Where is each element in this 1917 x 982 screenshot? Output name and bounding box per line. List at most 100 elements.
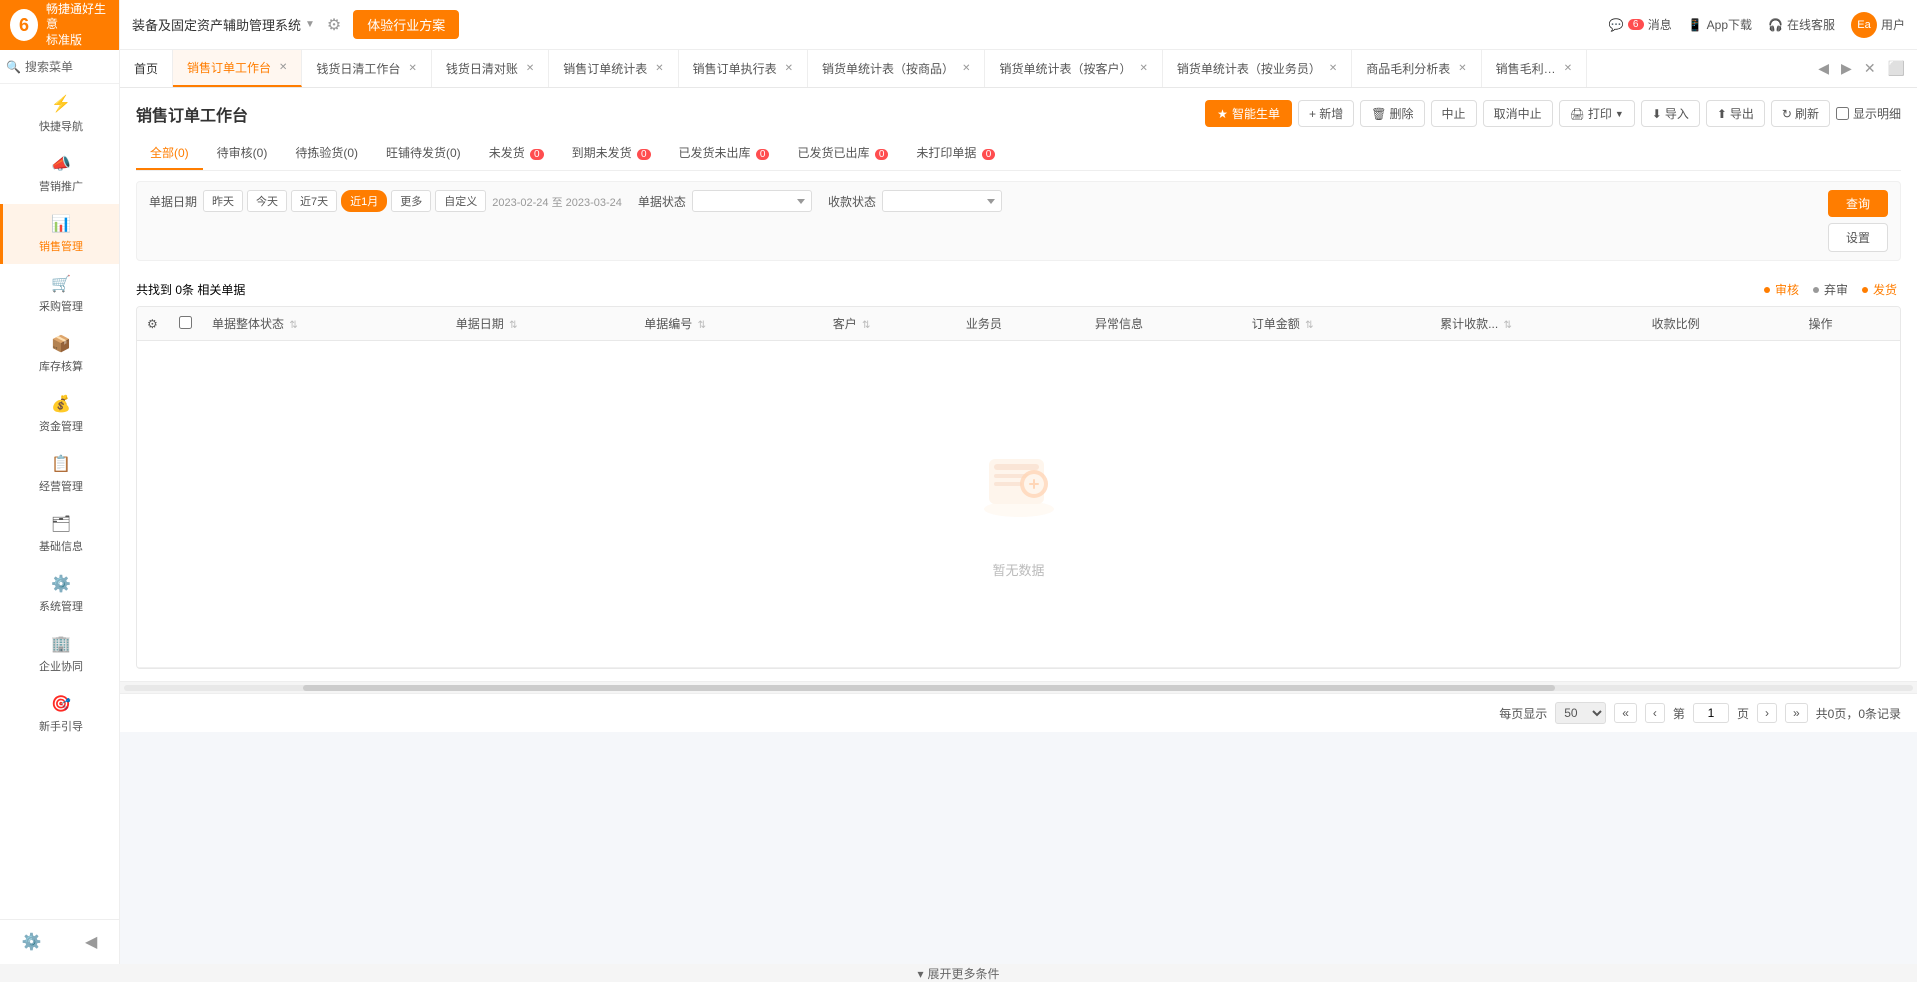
tab-sales-execute[interactable]: 销售订单执行表 ✕ (679, 50, 808, 87)
sidebar-item-basicinfo[interactable]: 🗂 基础信息 (0, 504, 119, 564)
subtab-pending-inspect[interactable]: 待拣验货(0) (281, 137, 372, 170)
tab-close-icon[interactable]: ✕ (526, 63, 534, 74)
tab-sales-by-product[interactable]: 销货单统计表（按商品） ✕ (808, 50, 985, 87)
query-button[interactable]: 查询 (1828, 190, 1888, 217)
date-btn-1month[interactable]: 近1月 (341, 190, 387, 212)
abort-button[interactable]: 中止 (1431, 100, 1477, 127)
settings-button[interactable]: 设置 (1828, 223, 1888, 252)
online-service-btn[interactable]: 🎧 在线客服 (1768, 16, 1835, 33)
sidebar-item-purchase[interactable]: 🛒 采购管理 (0, 264, 119, 324)
review-btn[interactable]: 审核 (1760, 279, 1803, 300)
ship-btn[interactable]: 发货 (1858, 279, 1901, 300)
tab-sales-workbench[interactable]: 销售订单工作台 ✕ (173, 50, 302, 87)
cancel-abort-button[interactable]: 取消中止 (1483, 100, 1553, 127)
system-title-dropdown[interactable]: 装备及固定资产辅助管理系统 ▼ (132, 15, 315, 34)
refresh-button[interactable]: ↻ 刷新 (1771, 100, 1830, 127)
tab-close-icon[interactable]: ✕ (785, 63, 793, 74)
new-button[interactable]: + 新增 (1298, 100, 1354, 127)
sidebar-item-quicknav[interactable]: ⚡ 快捷导航 (0, 84, 119, 144)
column-settings-icon[interactable]: ⚙ (147, 317, 158, 331)
tab-home[interactable]: 首页 (120, 50, 173, 87)
date-btn-today[interactable]: 今天 (247, 190, 287, 212)
settings-icon[interactable]: ⚙️ (18, 928, 46, 956)
cancel-review-btn[interactable]: 弃审 (1809, 279, 1852, 300)
page-prev-btn[interactable]: ‹ (1645, 703, 1665, 723)
tab-close-icon[interactable]: ✕ (655, 63, 663, 74)
tab-sales-by-salesman[interactable]: 销货单统计表（按业务员） ✕ (1163, 50, 1352, 87)
sidebar-search[interactable]: 🔍 搜索菜单 (0, 50, 119, 84)
system-icon: ⚙️ (51, 574, 71, 594)
th-amount[interactable]: 订单金额 ⇅ (1242, 307, 1430, 341)
subtab-not-shipped[interactable]: 未发货 0 (475, 137, 558, 170)
th-customer[interactable]: 客户 ⇅ (823, 307, 956, 341)
tab-close-icon[interactable]: ✕ (962, 63, 970, 74)
subtab-wangpu-pending[interactable]: 旺铺待发货(0) (372, 137, 475, 170)
subtab-overdue-not-shipped[interactable]: 到期未发货 0 (558, 137, 665, 170)
tab-sales-by-customer[interactable]: 销货单统计表（按客户） ✕ (985, 50, 1162, 87)
shipped-out-badge: 0 (875, 149, 889, 160)
per-page-select[interactable]: 50 100 200 (1555, 702, 1606, 724)
pagination-bar: 每页显示 50 100 200 « ‹ 第 页 › » 共0页，0条记录 (120, 693, 1917, 732)
smart-create-button[interactable]: ★ 智能生单 (1205, 100, 1292, 127)
import-button[interactable]: ⬇ 导入 (1641, 100, 1700, 127)
tab-sales-margin[interactable]: 销售毛利… ✕ (1482, 50, 1587, 87)
tab-close-icon[interactable]: ✕ (1564, 63, 1572, 74)
show-detail-checkbox[interactable] (1836, 107, 1849, 120)
header-settings-icon[interactable]: ⚙ (323, 15, 345, 35)
scrollbar-thumb[interactable] (303, 685, 1555, 691)
collapse-icon[interactable]: ◀ (81, 928, 101, 956)
delete-button[interactable]: 🗑 删除 (1360, 100, 1424, 127)
tab-daily-reconcile[interactable]: 钱货日清对账 ✕ (432, 50, 549, 87)
date-filter-group: 单据日期 昨天 今天 近7天 近1月 更多 自定义 2023-02-24 至 2… (149, 190, 622, 212)
tab-close-icon[interactable]: ✕ (1329, 63, 1337, 74)
th-doc-status[interactable]: 单据整体状态 ⇅ (202, 307, 446, 341)
subtab-all[interactable]: 全部(0) (136, 137, 203, 170)
payment-filter-select[interactable] (882, 190, 1002, 212)
select-all-checkbox[interactable] (179, 316, 192, 329)
user-menu[interactable]: Ea 用户 (1851, 12, 1905, 38)
message-btn[interactable]: 💬 6 消息 (1609, 16, 1672, 33)
tab-daily-clear[interactable]: 钱货日清工作台 ✕ (302, 50, 431, 87)
industry-solution-button[interactable]: 体验行业方案 (353, 10, 459, 39)
tab-gross-margin[interactable]: 商品毛利分析表 ✕ (1352, 50, 1481, 87)
tab-maximize-icon[interactable]: ⬜ (1884, 60, 1909, 77)
date-btn-yesterday[interactable]: 昨天 (203, 190, 243, 212)
page-next-btn[interactable]: › (1757, 703, 1777, 723)
tab-sales-stats[interactable]: 销售订单统计表 ✕ (549, 50, 678, 87)
tab-close-icon[interactable]: ✕ (408, 63, 416, 74)
tab-next-icon[interactable]: ▶ (1837, 60, 1856, 77)
sidebar-item-system[interactable]: ⚙️ 系统管理 (0, 564, 119, 624)
subtab-pending-review[interactable]: 待审核(0) (203, 137, 282, 170)
shipped-not-out-badge: 0 (756, 149, 770, 160)
sidebar-item-marketing[interactable]: 📣 营销推广 (0, 144, 119, 204)
th-doc-no[interactable]: 单据编号 ⇅ (634, 307, 822, 341)
status-filter-select[interactable] (692, 190, 812, 212)
horizontal-scrollbar[interactable] (120, 681, 1917, 693)
th-doc-date[interactable]: 单据日期 ⇅ (446, 307, 634, 341)
date-btn-custom[interactable]: 自定义 (435, 190, 486, 212)
page-input[interactable] (1693, 703, 1729, 723)
sidebar-item-inventory[interactable]: 📦 库存核算 (0, 324, 119, 384)
sidebar-item-sales[interactable]: 📊 销售管理 (0, 204, 119, 264)
print-button[interactable]: 🖨 打印 ▼ (1559, 100, 1635, 127)
th-collected[interactable]: 累计收款... ⇅ (1430, 307, 1642, 341)
page-last-btn[interactable]: » (1785, 703, 1808, 723)
export-button[interactable]: ⬆ 导出 (1706, 100, 1765, 127)
tab-close-icon[interactable]: ✕ (279, 62, 287, 73)
tab-close-icon[interactable]: ✕ (1458, 63, 1466, 74)
subtab-shipped-out[interactable]: 已发货已出库 0 (783, 137, 902, 170)
sidebar-item-finance[interactable]: 💰 资金管理 (0, 384, 119, 444)
subtab-shipped-not-out[interactable]: 已发货未出库 0 (665, 137, 784, 170)
subtab-not-printed[interactable]: 未打印单据 0 (902, 137, 1009, 170)
page-first-btn[interactable]: « (1614, 703, 1637, 723)
sidebar-item-newguide[interactable]: 🎯 新手引导 (0, 684, 119, 744)
sidebar-item-operations[interactable]: 📋 经营管理 (0, 444, 119, 504)
tab-close-icon[interactable]: ✕ (1139, 63, 1147, 74)
tab-close-all-icon[interactable]: ✕ (1860, 60, 1880, 77)
app-download-btn[interactable]: 📱 App下载 (1688, 16, 1752, 33)
date-btn-more[interactable]: 更多 (391, 190, 431, 212)
sidebar-item-enterprise[interactable]: 🏢 企业协同 (0, 624, 119, 684)
show-detail-checkbox-label[interactable]: 显示明细 (1836, 105, 1901, 122)
tab-prev-icon[interactable]: ◀ (1814, 60, 1833, 77)
date-btn-7days[interactable]: 近7天 (291, 190, 337, 212)
